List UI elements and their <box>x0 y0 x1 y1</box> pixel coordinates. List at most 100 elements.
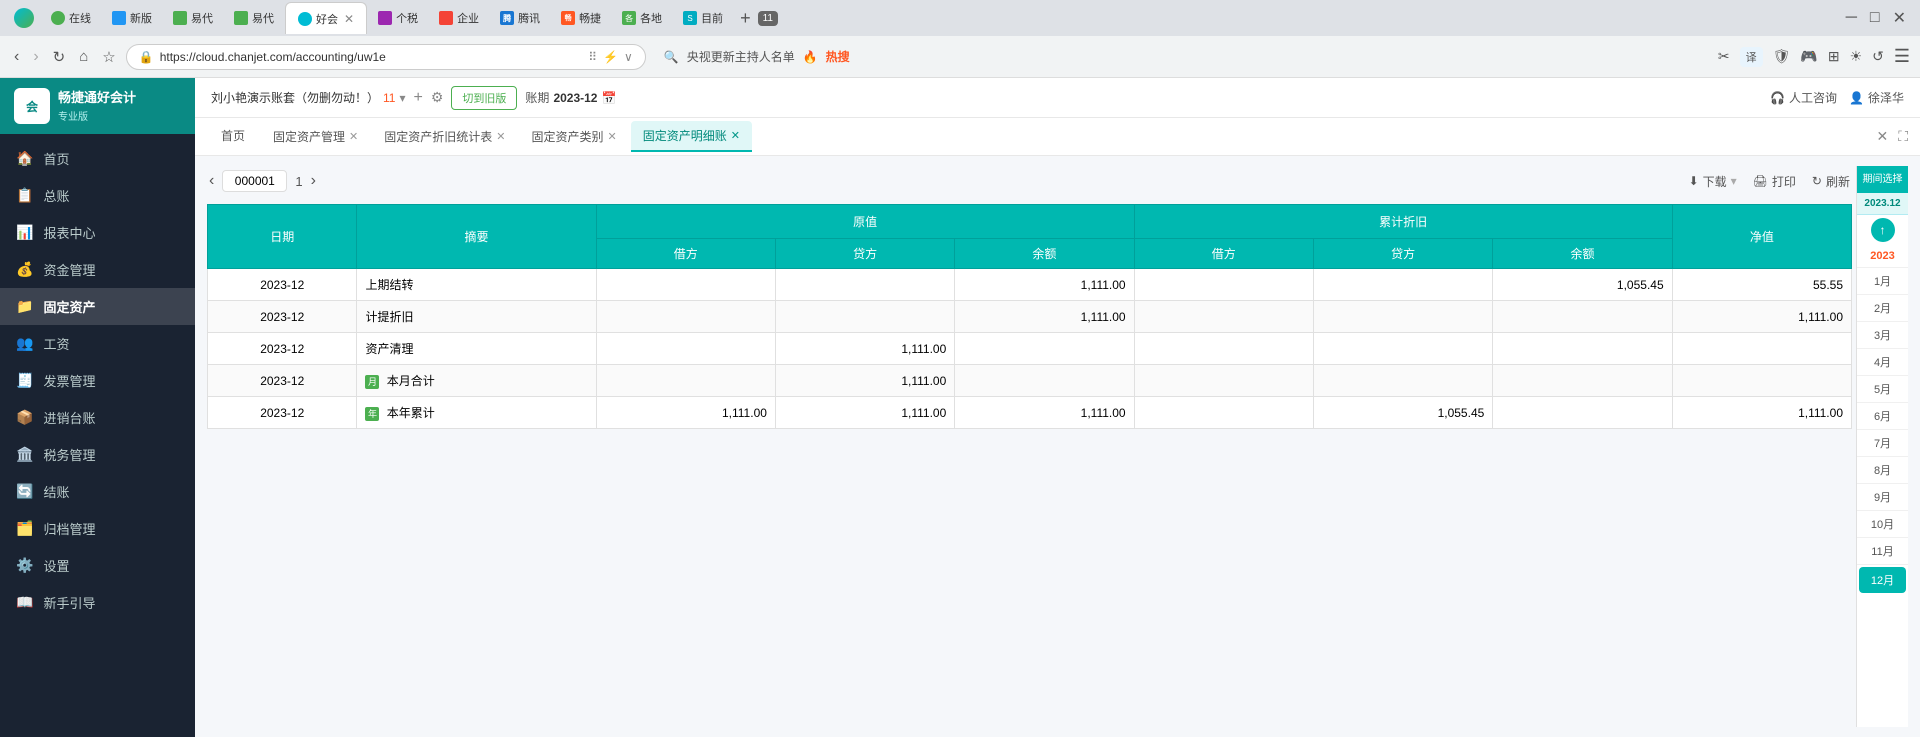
close-browser-button[interactable]: ✕ <box>1887 8 1912 28</box>
tab-yidai1[interactable]: 易代 <box>163 2 223 34</box>
fullscreen-icon[interactable]: ⛶ <box>1898 128 1908 145</box>
print-action[interactable]: 🖨 打印 <box>1753 173 1796 190</box>
tab-zaixian[interactable]: 在线 <box>41 2 101 34</box>
reports-icon: 📊 <box>16 224 33 241</box>
home-button[interactable]: ⌂ <box>75 44 92 69</box>
company-selector[interactable]: 刘小艳演示账套（勿删勿动！） 11 ▾ <box>211 89 406 106</box>
settings-icon[interactable]: ☰ <box>1894 46 1910 67</box>
tab-muqian[interactable]: S 目前 <box>673 2 733 34</box>
download-action[interactable]: ⬇ 下载 ▾ <box>1689 173 1737 190</box>
restore-button[interactable]: □ <box>1864 9 1886 27</box>
tab-close-detail-ledger[interactable]: ✕ <box>731 129 740 142</box>
tab-close-fixed-mgmt[interactable]: ✕ <box>349 130 358 143</box>
bookmark-button[interactable]: ☆ <box>98 44 119 70</box>
period-item-9[interactable]: 9月 <box>1857 484 1908 511</box>
period-item-11[interactable]: 11月 <box>1857 538 1908 565</box>
tab-changjie[interactable]: 畅 畅捷 <box>551 2 611 34</box>
settings-company-button[interactable]: ⚙ <box>431 89 444 106</box>
page-number-input[interactable] <box>222 170 287 192</box>
nav-item-reports[interactable]: 📊 报表中心 <box>0 214 195 251</box>
nav-item-fixed-assets[interactable]: 📁 固定资产 <box>0 288 195 325</box>
nav-item-home[interactable]: 🏠 首页 <box>0 140 195 177</box>
tab-tencent[interactable]: 腾 腾讯 <box>490 2 550 34</box>
nav-item-salary[interactable]: 👥 工资 <box>0 325 195 362</box>
user-area[interactable]: 👤 徐泽华 <box>1849 89 1904 106</box>
tab-yidai2[interactable]: 易代 <box>224 2 284 34</box>
user-name: 徐泽华 <box>1868 89 1904 106</box>
back-button[interactable]: ‹ <box>10 44 23 70</box>
browser-actions: ✂ 译 🛡 🎮 ⊞ ☀ ↺ ☰ <box>1718 46 1910 67</box>
page-tab-depreciation-stats[interactable]: 固定资产折旧统计表 ✕ <box>372 122 517 151</box>
next-page-button[interactable]: › <box>311 172 316 190</box>
tab-close-depreciation-stats[interactable]: ✕ <box>496 130 505 143</box>
maximize-icon[interactable]: ✕ <box>1876 128 1888 145</box>
tab-close-haohui[interactable]: ✕ <box>344 12 354 26</box>
tab-geshui[interactable]: 个税 <box>368 2 428 34</box>
tab-gedi[interactable]: 各 各地 <box>612 2 672 34</box>
page-tab-asset-category[interactable]: 固定资产类别 ✕ <box>519 122 628 151</box>
home-icon: 🏠 <box>16 150 33 167</box>
header-accumulated-depreciation: 累计折旧 <box>1134 205 1672 239</box>
refresh-action[interactable]: ↻ 刷新 <box>1812 173 1850 190</box>
nav-label-guide: 新手引导 <box>43 593 95 612</box>
period-item-7[interactable]: 7月 <box>1857 430 1908 457</box>
hot-search-icon: 🔥 <box>803 50 818 64</box>
sun-icon[interactable]: ☀ <box>1850 48 1863 65</box>
new-tab-button[interactable]: + <box>734 8 757 29</box>
support-area[interactable]: 🎧 人工咨询 <box>1770 89 1837 106</box>
period-item-2023[interactable]: 2023 <box>1857 245 1908 268</box>
period-item-10[interactable]: 10月 <box>1857 511 1908 538</box>
cell-accum-credit-1 <box>1313 301 1492 333</box>
nav-item-archive[interactable]: 🗂️ 归档管理 <box>0 510 195 547</box>
tab-xinban[interactable]: 新版 <box>102 2 162 34</box>
header-summary: 摘要 <box>357 205 596 269</box>
nav-item-guide[interactable]: 📖 新手引导 <box>0 584 195 621</box>
period-sidebar: 期间选择 2023.12 ↑ 2023 1月 2月 3月 4月 5月 6月 7月… <box>1856 166 1908 727</box>
scroll-up-btn[interactable]: ↑ <box>1857 215 1908 245</box>
nav-item-settings[interactable]: ⚙️ 设置 <box>0 547 195 584</box>
dropdown-icon[interactable]: ∨ <box>624 50 633 64</box>
header-original-value: 原值 <box>596 205 1134 239</box>
forward-button[interactable]: › <box>29 44 42 70</box>
nav-item-funds[interactable]: 💰 资金管理 <box>0 251 195 288</box>
page-tab-detail-ledger[interactable]: 固定资产明细账 ✕ <box>631 121 752 152</box>
period-item-1[interactable]: 1月 <box>1857 268 1908 295</box>
translate-icon[interactable]: 译 <box>1740 47 1763 67</box>
refresh-label: 刷新 <box>1826 173 1850 190</box>
period-item-6[interactable]: 6月 <box>1857 403 1908 430</box>
add-company-button[interactable]: + <box>414 89 423 107</box>
reload-button[interactable]: ↻ <box>49 44 70 70</box>
period-item-5[interactable]: 5月 <box>1857 376 1908 403</box>
switch-old-version-button[interactable]: 切到旧版 <box>451 86 517 110</box>
tab-qiye[interactable]: 企业 <box>429 2 489 34</box>
scissors-icon[interactable]: ✂ <box>1718 48 1730 65</box>
grid-icon[interactable]: ⊞ <box>1828 48 1840 65</box>
nav-item-ledger[interactable]: 📋 总账 <box>0 177 195 214</box>
page-tab-home[interactable]: 首页 <box>207 121 259 152</box>
cell-net-value-3 <box>1672 365 1851 397</box>
cell-orig-balance-3 <box>955 365 1134 397</box>
nav-item-closing[interactable]: 🔄 结账 <box>0 473 195 510</box>
minimize-button[interactable]: ─ <box>1840 9 1863 27</box>
tab-haohui[interactable]: 好会 ✕ <box>285 2 367 34</box>
nav-item-tax[interactable]: 🏛️ 税务管理 <box>0 436 195 473</box>
cell-net-value-0: 55.55 <box>1672 269 1851 301</box>
game-icon[interactable]: 🎮 <box>1800 48 1817 65</box>
history-icon[interactable]: ↺ <box>1872 48 1884 65</box>
period-item-8[interactable]: 8月 <box>1857 457 1908 484</box>
address-bar[interactable]: 🔒 https://cloud.chanjet.com/accounting/u… <box>126 44 646 70</box>
cell-accum-balance-2 <box>1493 333 1672 365</box>
period-item-12[interactable]: 12月 <box>1859 567 1906 593</box>
tab-close-asset-category[interactable]: ✕ <box>608 130 617 143</box>
nav-item-inventory[interactable]: 📦 进销台账 <box>0 399 195 436</box>
prev-page-button[interactable]: ‹ <box>209 172 214 190</box>
period-item-4[interactable]: 4月 <box>1857 349 1908 376</box>
page-tab-fixed-mgmt[interactable]: 固定资产管理 ✕ <box>261 122 370 151</box>
cell-net-value-2 <box>1672 333 1851 365</box>
period-item-2[interactable]: 2月 <box>1857 295 1908 322</box>
ledger-main: ‹ 1 › ⬇ 下载 ▾ 🖨 打印 <box>207 166 1852 727</box>
nav-item-invoice[interactable]: 🧾 发票管理 <box>0 362 195 399</box>
shield-icon[interactable]: 🛡 <box>1773 48 1791 65</box>
calendar-icon[interactable]: 📅 <box>601 91 616 105</box>
period-item-3[interactable]: 3月 <box>1857 322 1908 349</box>
